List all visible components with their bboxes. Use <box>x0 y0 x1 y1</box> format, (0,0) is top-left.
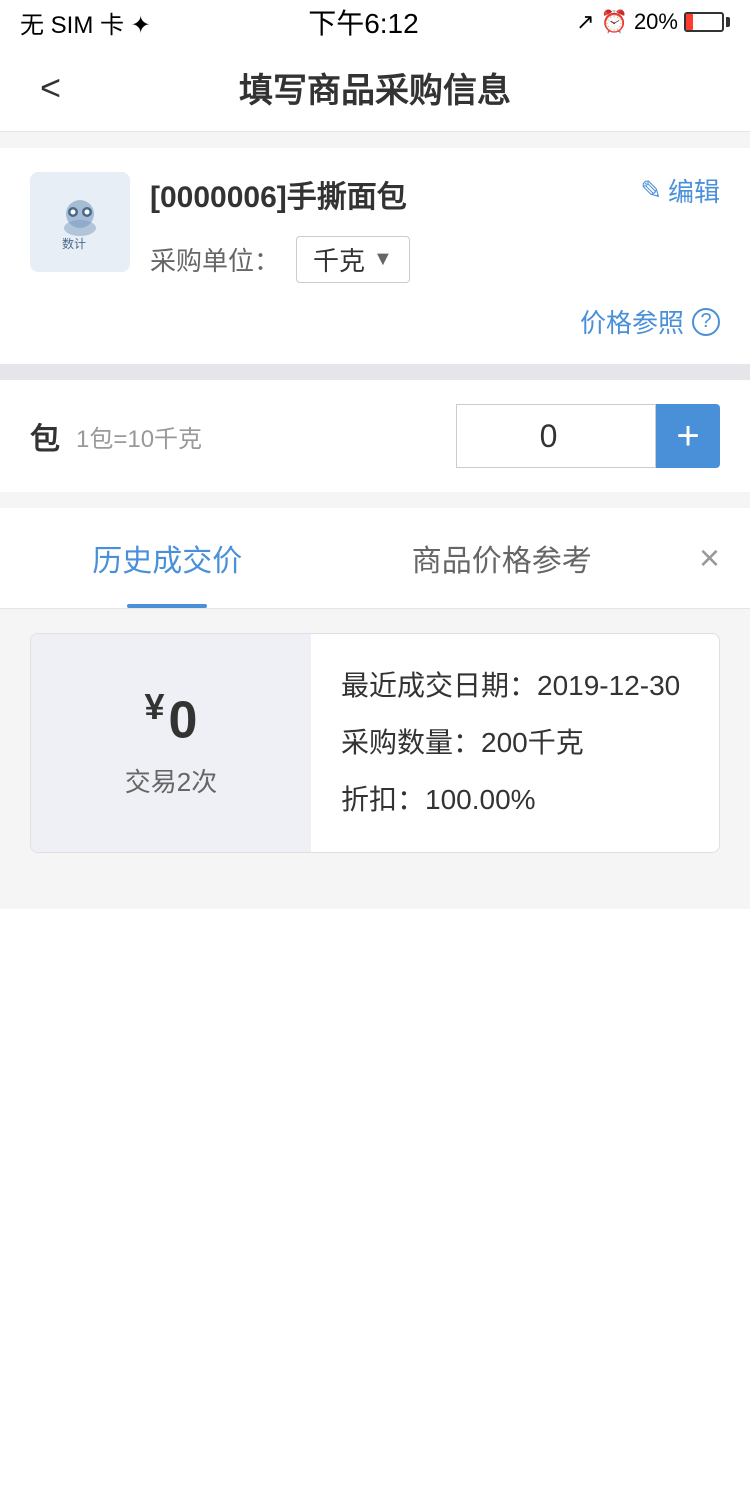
quantity-input[interactable] <box>456 404 656 468</box>
svg-text:数计: 数计 <box>62 236 86 251</box>
unit-label: 采购单位： <box>150 241 280 278</box>
discount-value: 100.00% <box>425 784 536 815</box>
product-unit-row: 采购单位： 千克 ▼ <box>150 236 410 283</box>
history-content: ¥0 交易2次 最近成交日期：2019-12-30 采购数量：200千克 折扣：… <box>0 609 750 909</box>
edit-icon: ✎ <box>640 175 662 206</box>
recent-date-label: 最近成交日期： <box>341 670 537 701</box>
history-price-left: ¥0 交易2次 <box>31 634 311 852</box>
battery-icon <box>684 12 730 32</box>
product-footer: 价格参照 ? <box>30 283 720 340</box>
quantity-controls: + <box>456 404 720 468</box>
recent-date-value: 2019-12-30 <box>537 670 680 701</box>
price-ref-button[interactable]: 价格参照 ? <box>580 303 720 340</box>
unit-value: 千克 <box>313 241 365 278</box>
status-time: 下午6:12 <box>308 2 419 42</box>
back-button[interactable]: < <box>30 57 71 119</box>
alarm-icon: ⏰ <box>601 9 628 35</box>
discount-item: 折扣：100.00% <box>341 780 689 819</box>
product-image: 数计 <box>30 172 130 272</box>
status-bar: 无 SIM 卡 ✦ 下午6:12 ↗ ⏰ 20% <box>0 0 750 44</box>
status-right: ↗ ⏰ 20% <box>576 9 730 35</box>
history-trades-label: 交易2次 <box>125 762 217 799</box>
quantity-label: 包 1包=10千克 <box>30 414 202 458</box>
product-card: 数计 [0000006]手撕面包 采购单位： 千克 ▼ ✎ 编辑 价格参照 <box>0 148 750 364</box>
battery-percent: 20% <box>634 9 678 35</box>
quantity-unit-label: 包 <box>30 414 60 458</box>
bottom-area <box>0 909 750 1509</box>
page-title: 填写商品采购信息 <box>239 63 511 112</box>
status-left: 无 SIM 卡 ✦ <box>20 5 151 40</box>
info-icon: ? <box>692 308 720 336</box>
product-name: [0000006]手撕面包 <box>150 172 410 216</box>
location-icon: ↗ <box>576 9 594 35</box>
product-info: [0000006]手撕面包 采购单位： 千克 ▼ <box>150 172 410 283</box>
quantity-row: 包 1包=10千克 + <box>0 380 750 492</box>
quantity-plus-button[interactable]: + <box>656 404 720 468</box>
unit-select[interactable]: 千克 ▼ <box>296 236 410 283</box>
chevron-down-icon: ▼ <box>373 248 393 271</box>
price-number: 0 <box>169 691 198 749</box>
nav-bar: < 填写商品采购信息 <box>0 44 750 132</box>
edit-label: 编辑 <box>668 172 720 209</box>
history-card: ¥0 交易2次 最近成交日期：2019-12-30 采购数量：200千克 折扣：… <box>30 633 720 853</box>
tab-price-reference[interactable]: 商品价格参考 <box>334 508 668 608</box>
purchase-quantity-value: 200千克 <box>481 727 584 758</box>
tab-close-button[interactable]: × <box>669 537 750 579</box>
tab-history-price[interactable]: 历史成交价 <box>0 508 334 608</box>
history-price-value: ¥0 <box>145 686 198 750</box>
discount-label: 折扣： <box>341 784 425 815</box>
purchase-quantity-label: 采购数量： <box>341 727 481 758</box>
edit-button[interactable]: ✎ 编辑 <box>640 172 720 209</box>
separator <box>0 364 750 380</box>
tabs-container: 历史成交价 商品价格参考 × <box>0 508 750 609</box>
purchase-quantity-item: 采购数量：200千克 <box>341 723 689 762</box>
recent-date-item: 最近成交日期：2019-12-30 <box>341 666 689 705</box>
price-ref-label: 价格参照 <box>580 303 684 340</box>
currency-symbol: ¥ <box>145 686 165 727</box>
history-details: 最近成交日期：2019-12-30 采购数量：200千克 折扣：100.00% <box>311 634 719 852</box>
sim-label: 无 SIM 卡 ✦ <box>20 5 151 40</box>
quantity-sub-label: 1包=10千克 <box>76 419 202 454</box>
